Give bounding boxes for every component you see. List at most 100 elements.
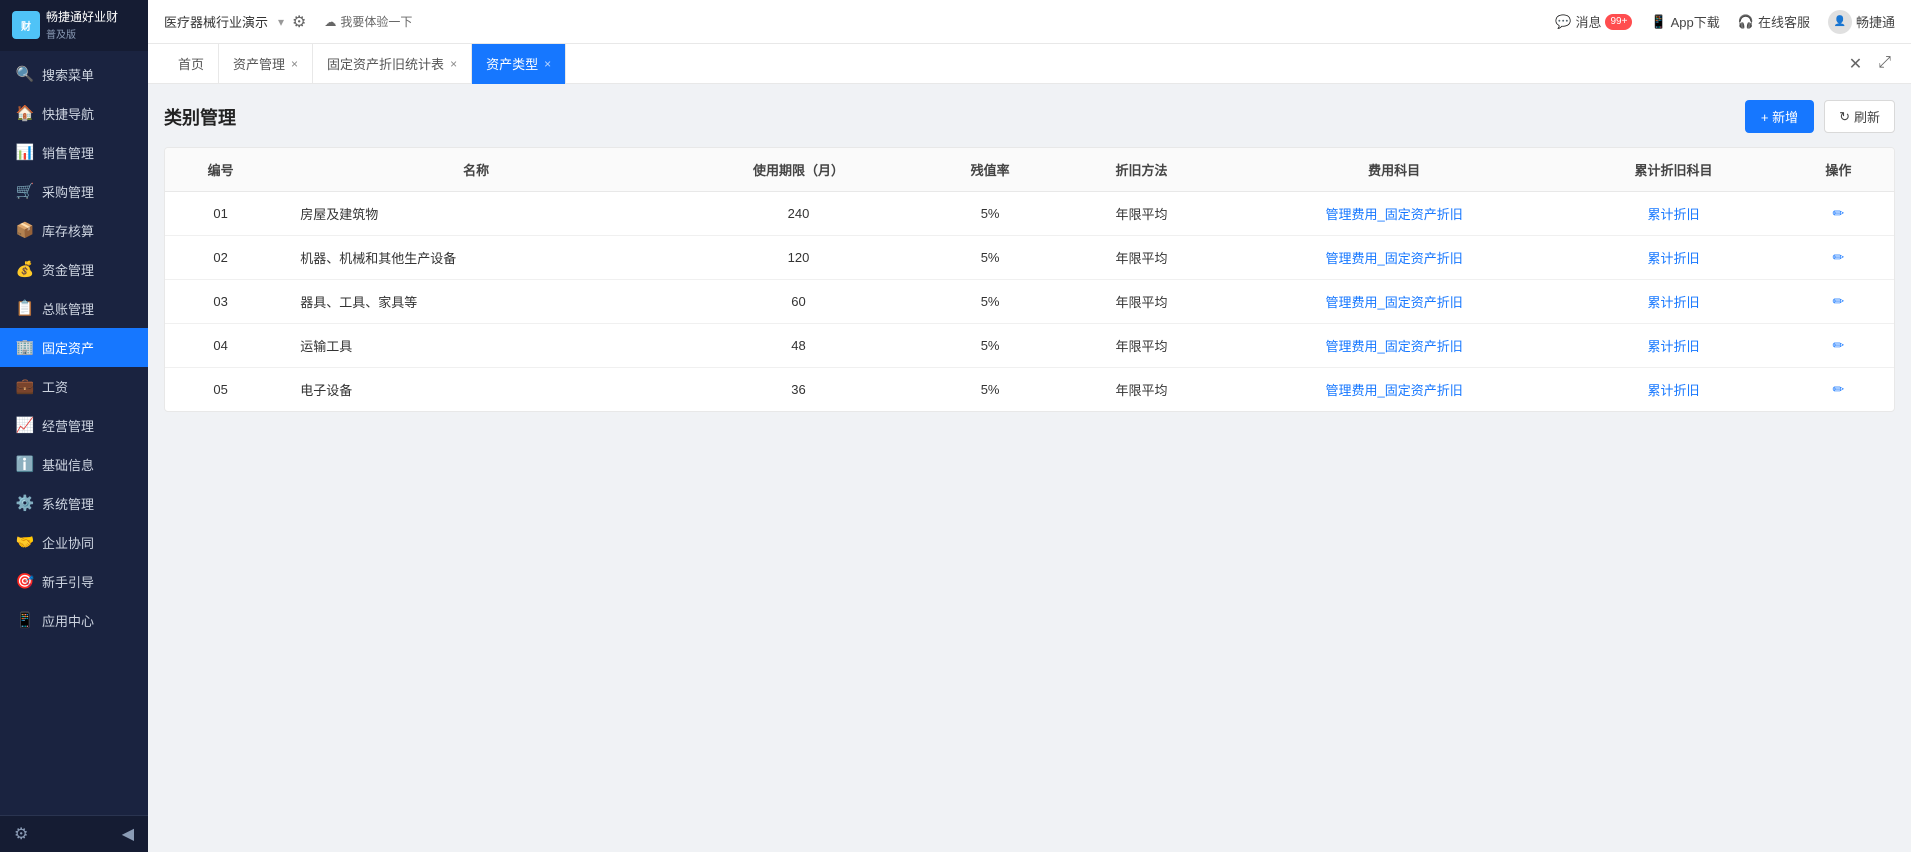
tab-home[interactable]: 首页 <box>164 44 219 84</box>
app-download-label: App下载 <box>1671 12 1720 31</box>
refresh-label: 刷新 <box>1854 107 1880 126</box>
support-button[interactable]: 🎧 在线客服 <box>1738 12 1810 31</box>
sidebar-item-payroll[interactable]: 💼 工资 <box>0 367 148 406</box>
cell-id-3: 04 <box>165 324 276 368</box>
tab-asset-type[interactable]: 资产类型× <box>472 44 566 84</box>
sidebar-nav: 🔍 搜索菜单 🏠 快捷导航 📊 销售管理 🛒 采购管理 📦 库存核算 💰 资金管… <box>0 51 148 815</box>
new-button[interactable]: + 新增 <box>1745 100 1814 133</box>
sidebar-item-funds[interactable]: 💰 资金管理 <box>0 250 148 289</box>
sidebar-item-guide[interactable]: 🎯 新手引导 <box>0 562 148 601</box>
basic-info-icon: ℹ️ <box>16 455 34 473</box>
cell-name-0: 房屋及建筑物 <box>276 192 676 236</box>
app-download-button[interactable]: 📱 App下载 <box>1650 12 1719 31</box>
tab-depreciation-table-close[interactable]: × <box>450 57 457 71</box>
refresh-icon: ↻ <box>1839 109 1850 125</box>
payroll-label: 工资 <box>42 377 68 396</box>
search-label: 搜索菜单 <box>42 65 94 84</box>
cell-accum-1[interactable]: 累计折旧 <box>1564 236 1782 280</box>
guide-icon: 🎯 <box>16 572 34 590</box>
support-label: 在线客服 <box>1758 12 1810 31</box>
sidebar-item-ledger[interactable]: 📋 总账管理 <box>0 289 148 328</box>
app-logo: 财 <box>12 11 40 39</box>
sidebar-item-inventory[interactable]: 📦 库存核算 <box>0 211 148 250</box>
sidebar-header: 财 畅捷通好业财 普及版 <box>0 0 148 51</box>
cell-accum-0[interactable]: 累计折旧 <box>1564 192 1782 236</box>
message-label: 消息 <box>1575 12 1601 31</box>
table-row: 01房屋及建筑物2405%年限平均管理费用_固定资产折旧累计折旧✏ <box>165 192 1894 236</box>
settings-icon[interactable]: ⚙ <box>14 824 28 844</box>
col-header-4: 折旧方法 <box>1059 148 1224 192</box>
header-row: 编号名称使用期限（月）残值率折旧方法费用科目累计折旧科目操作 <box>165 148 1894 192</box>
experience-button[interactable]: ☁ 我要体验一下 <box>324 13 412 30</box>
page-actions: + 新增 ↻ 刷新 <box>1745 100 1895 133</box>
sidebar-item-purchase[interactable]: 🛒 采购管理 <box>0 172 148 211</box>
company-dropdown-icon[interactable]: ▾ <box>278 15 284 29</box>
cell-residual-2: 5% <box>921 280 1059 324</box>
sidebar-item-sales[interactable]: 📊 销售管理 <box>0 133 148 172</box>
tab-home-label: 首页 <box>178 54 204 73</box>
company-name[interactable]: 医疗器械行业演示 <box>164 12 268 31</box>
cell-expense-2[interactable]: 管理费用_固定资产折旧 <box>1224 280 1564 324</box>
table-row: 04运输工具485%年限平均管理费用_固定资产折旧累计折旧✏ <box>165 324 1894 368</box>
cell-name-4: 电子设备 <box>276 368 676 412</box>
col-header-0: 编号 <box>165 148 276 192</box>
system-label: 系统管理 <box>42 494 94 513</box>
sidebar-item-quick-nav[interactable]: 🏠 快捷导航 <box>0 94 148 133</box>
table-row: 02机器、机械和其他生产设备1205%年限平均管理费用_固定资产折旧累计折旧✏ <box>165 236 1894 280</box>
cell-action-0[interactable]: ✏ <box>1783 192 1894 236</box>
sidebar: 财 畅捷通好业财 普及版 🔍 搜索菜单 🏠 快捷导航 📊 销售管理 🛒 采购管理… <box>0 0 148 852</box>
col-header-7: 操作 <box>1783 148 1894 192</box>
payroll-icon: 💼 <box>16 377 34 395</box>
user-label: 畅捷通 <box>1856 12 1895 31</box>
collapse-icon[interactable]: ◀ <box>122 824 134 844</box>
sidebar-item-search[interactable]: 🔍 搜索菜单 <box>0 55 148 94</box>
purchase-icon: 🛒 <box>16 182 34 200</box>
col-header-6: 累计折旧科目 <box>1564 148 1782 192</box>
sidebar-item-fixed-assets[interactable]: 🏢 固定资产 <box>0 328 148 367</box>
app-title: 畅捷通好业财 <box>46 10 118 26</box>
cell-method-3: 年限平均 <box>1059 324 1224 368</box>
tab-asset-mgmt-close[interactable]: × <box>291 57 298 71</box>
cell-period-3: 48 <box>676 324 921 368</box>
category-table: 编号名称使用期限（月）残值率折旧方法费用科目累计折旧科目操作 01房屋及建筑物2… <box>165 148 1894 411</box>
cell-expense-4[interactable]: 管理费用_固定资产折旧 <box>1224 368 1564 412</box>
avatar: 👤 <box>1828 10 1852 34</box>
cell-expense-3[interactable]: 管理费用_固定资产折旧 <box>1224 324 1564 368</box>
cell-action-2[interactable]: ✏ <box>1783 280 1894 324</box>
col-header-1: 名称 <box>276 148 676 192</box>
system-icon: ⚙️ <box>16 494 34 512</box>
cell-residual-4: 5% <box>921 368 1059 412</box>
topbar-settings-icon[interactable]: ⚙ <box>292 12 306 32</box>
sidebar-item-operations[interactable]: 📈 经营管理 <box>0 406 148 445</box>
tab-asset-mgmt[interactable]: 资产管理 × <box>219 44 313 84</box>
message-icon: 💬 <box>1555 14 1571 30</box>
refresh-button[interactable]: ↻ 刷新 <box>1824 100 1895 133</box>
cell-accum-2[interactable]: 累计折旧 <box>1564 280 1782 324</box>
sidebar-item-basic-info[interactable]: ℹ️ 基础信息 <box>0 445 148 484</box>
sidebar-item-app-center[interactable]: 📱 应用中心 <box>0 601 148 640</box>
table-row: 03器具、工具、家具等605%年限平均管理费用_固定资产折旧累计折旧✏ <box>165 280 1894 324</box>
maximize-tab-icon[interactable]: ⤢ <box>1874 54 1895 74</box>
cell-action-3[interactable]: ✏ <box>1783 324 1894 368</box>
cell-accum-3[interactable]: 累计折旧 <box>1564 324 1782 368</box>
cell-expense-0[interactable]: 管理费用_固定资产折旧 <box>1224 192 1564 236</box>
tab-asset-mgmt-label: 资产管理 <box>233 54 285 73</box>
ledger-icon: 📋 <box>16 299 34 317</box>
sidebar-item-system[interactable]: ⚙️ 系统管理 <box>0 484 148 523</box>
support-icon: 🎧 <box>1738 14 1754 30</box>
enterprise-label: 企业协同 <box>42 533 94 552</box>
user-menu[interactable]: 👤 畅捷通 <box>1828 10 1895 34</box>
cell-expense-1[interactable]: 管理费用_固定资产折旧 <box>1224 236 1564 280</box>
cell-method-4: 年限平均 <box>1059 368 1224 412</box>
message-button[interactable]: 💬 消息 99+ <box>1555 12 1632 31</box>
tab-asset-type-close[interactable]: × <box>544 57 551 71</box>
close-tab-icon[interactable]: ✕ <box>1845 54 1866 74</box>
message-badge: 99+ <box>1605 14 1632 30</box>
tab-depreciation-table[interactable]: 固定资产折旧统计表× <box>313 44 472 84</box>
sidebar-item-enterprise[interactable]: 🤝 企业协同 <box>0 523 148 562</box>
cell-accum-4[interactable]: 累计折旧 <box>1564 368 1782 412</box>
ledger-label: 总账管理 <box>42 299 94 318</box>
cell-action-4[interactable]: ✏ <box>1783 368 1894 412</box>
basic-info-label: 基础信息 <box>42 455 94 474</box>
cell-action-1[interactable]: ✏ <box>1783 236 1894 280</box>
